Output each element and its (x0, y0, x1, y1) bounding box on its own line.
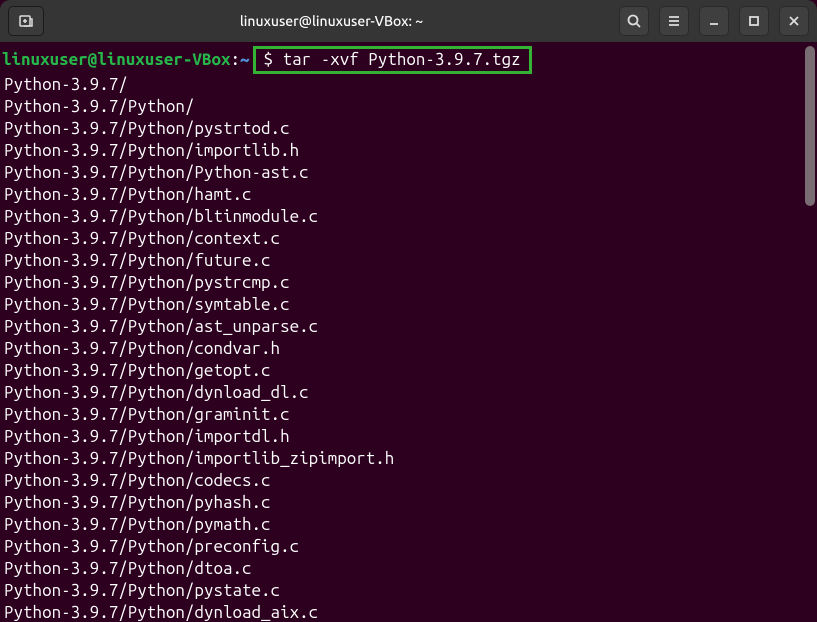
highlighted-command: $ tar -xvf Python-3.9.7.tgz (253, 46, 532, 74)
window-title-text: linuxuser@linuxuser-VBox: ~ (240, 10, 423, 32)
output-line: Python-3.9.7/Python/future.c (4, 250, 815, 272)
minimize-icon (706, 13, 722, 29)
output-line: Python-3.9.7/Python/hamt.c (4, 184, 815, 206)
maximize-icon (746, 13, 762, 29)
search-icon (626, 13, 642, 29)
menu-button[interactable] (659, 6, 689, 36)
output-line: Python-3.9.7/Python/pymath.c (4, 514, 815, 536)
output-line: Python-3.9.7/ (4, 74, 815, 96)
output-line: Python-3.9.7/Python/bltinmodule.c (4, 206, 815, 228)
close-icon (786, 13, 802, 29)
output-line: Python-3.9.7/Python/importlib_zipimport.… (4, 448, 815, 470)
output-line: Python-3.9.7/Python/context.c (4, 228, 815, 250)
scrollbar-thumb[interactable] (805, 46, 815, 206)
output-line: Python-3.9.7/Python/ast_unparse.c (4, 316, 815, 338)
maximize-button[interactable] (739, 6, 769, 36)
new-tab-icon (18, 13, 34, 29)
output-line: Python-3.9.7/Python/pyhash.c (4, 492, 815, 514)
output-line: Python-3.9.7/Python/importlib.h (4, 140, 815, 162)
output-line: Python-3.9.7/Python/graminit.c (4, 404, 815, 426)
prompt-path: ~ (240, 50, 250, 69)
window-titlebar: linuxuser@linuxuser-VBox: ~ (0, 0, 817, 42)
output-line: Python-3.9.7/Python/getopt.c (4, 360, 815, 382)
search-button[interactable] (619, 6, 649, 36)
minimize-button[interactable] (699, 6, 729, 36)
titlebar-left-controls (8, 6, 44, 36)
output-line: Python-3.9.7/Python/dynload_dl.c (4, 382, 815, 404)
prompt-colon: : (230, 50, 240, 69)
output-line: Python-3.9.7/Python/dtoa.c (4, 558, 815, 580)
output-line: Python-3.9.7/Python/pystrcmp.c (4, 272, 815, 294)
prompt-line: linuxuser@linuxuser-VBox:~$ tar -xvf Pyt… (2, 46, 815, 74)
output-line: Python-3.9.7/Python/pystrtod.c (4, 118, 815, 140)
command-text: tar -xvf Python-3.9.7.tgz (283, 50, 521, 69)
output-line: Python-3.9.7/Python/Python-ast.c (4, 162, 815, 184)
new-tab-button[interactable] (8, 6, 44, 36)
hamburger-icon (666, 13, 682, 29)
output-line: Python-3.9.7/Python/preconfig.c (4, 536, 815, 558)
terminal-body[interactable]: linuxuser@linuxuser-VBox:~$ tar -xvf Pyt… (0, 42, 817, 622)
output-line: Python-3.9.7/Python/importdl.h (4, 426, 815, 448)
prompt-user-host: linuxuser@linuxuser-VBox (2, 50, 230, 69)
output-line: Python-3.9.7/Python/codecs.c (4, 470, 815, 492)
window-title: linuxuser@linuxuser-VBox: ~ (44, 10, 619, 32)
terminal-output: Python-3.9.7/Python-3.9.7/Python/Python-… (2, 74, 815, 622)
titlebar-right-controls (619, 6, 809, 36)
close-button[interactable] (779, 6, 809, 36)
prompt-dollar: $ (264, 50, 274, 69)
output-line: Python-3.9.7/Python/ (4, 96, 815, 118)
output-line: Python-3.9.7/Python/pystate.c (4, 580, 815, 602)
output-line: Python-3.9.7/Python/dynload_aix.c (4, 602, 815, 622)
output-line: Python-3.9.7/Python/condvar.h (4, 338, 815, 360)
output-line: Python-3.9.7/Python/symtable.c (4, 294, 815, 316)
